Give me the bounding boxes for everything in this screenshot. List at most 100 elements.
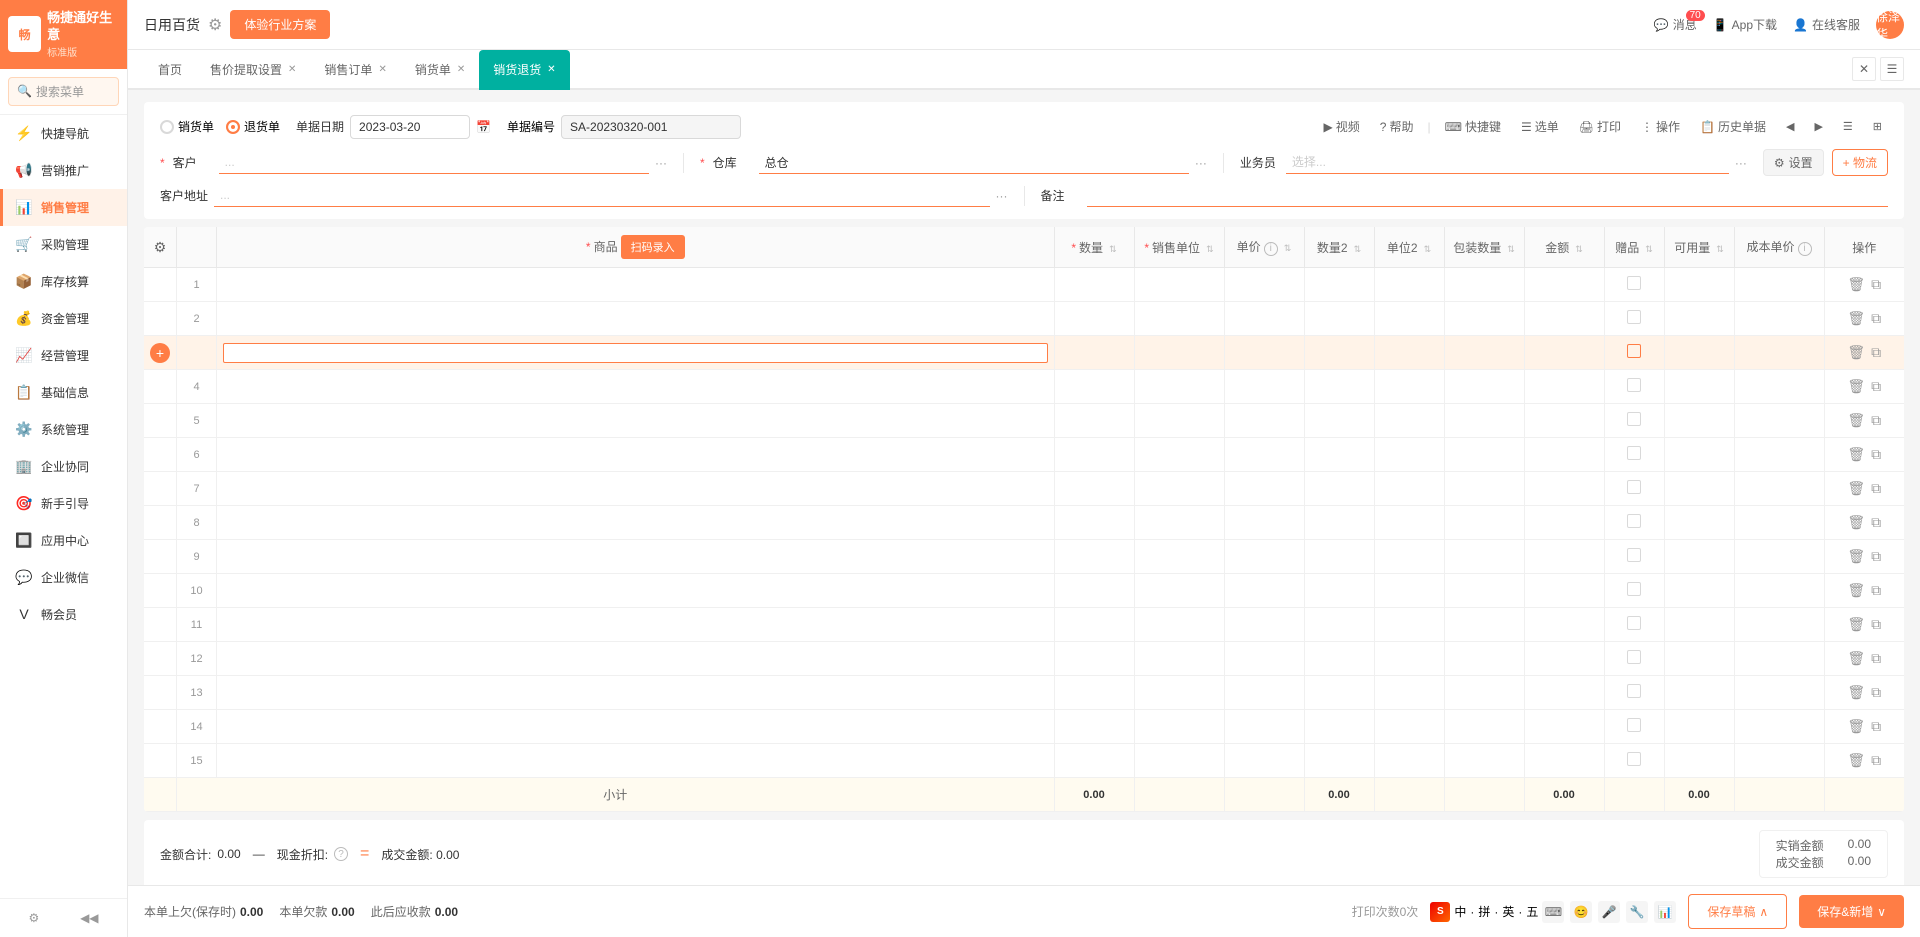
scan-input-button[interactable]: 扫码录入	[621, 235, 685, 259]
video-btn[interactable]: ▶ 视频	[1318, 114, 1366, 139]
tab-sales-return-close[interactable]: ✕	[547, 64, 555, 75]
qty2-sort-icon[interactable]: ⇅	[1354, 244, 1362, 254]
sidebar-item-inventory[interactable]: 📦 库存核算	[0, 263, 127, 300]
price-sort-icon[interactable]: ⇅	[1284, 243, 1292, 253]
row-copy-btn-2[interactable]: ⧉	[1871, 310, 1881, 327]
gift-checkbox-13[interactable]	[1627, 684, 1641, 698]
gift-checkbox-5[interactable]	[1627, 412, 1641, 426]
row-copy-btn-11[interactable]: ⧉	[1871, 616, 1881, 633]
sidebar-item-basic[interactable]: 📋 基础信息	[0, 374, 127, 411]
row-delete-btn-12[interactable]: 🗑	[1847, 650, 1865, 667]
sidebar-item-system[interactable]: ⚙️ 系统管理	[0, 411, 127, 448]
staff-input[interactable]	[1286, 151, 1729, 174]
date-input[interactable]	[350, 115, 470, 139]
number-input[interactable]	[561, 115, 741, 139]
help-btn[interactable]: ? 帮助	[1374, 114, 1420, 139]
gift-checkbox-4[interactable]	[1627, 378, 1641, 392]
amount-sort-icon[interactable]: ⇅	[1575, 244, 1583, 254]
select-btn[interactable]: ☰ 选单	[1515, 114, 1565, 139]
gift-checkbox-12[interactable]	[1627, 650, 1641, 664]
row-copy-btn-13[interactable]: ⧉	[1871, 684, 1881, 701]
tab-home[interactable]: 首页	[144, 50, 196, 90]
customer-input[interactable]	[219, 151, 649, 174]
gift-checkbox-6[interactable]	[1627, 446, 1641, 460]
sidebar-item-enterprise[interactable]: 🏢 企业协同	[0, 448, 127, 485]
equals-btn[interactable]: =	[360, 845, 369, 863]
add-logistics-button[interactable]: + 物流	[1832, 149, 1888, 176]
sidebar-collapse-btn[interactable]: ◀◀	[76, 907, 102, 929]
row-copy-btn-10[interactable]: ⧉	[1871, 582, 1881, 599]
online-service-item[interactable]: 👤 在线客服	[1793, 16, 1860, 33]
sidebar-item-member[interactable]: V 畅会员	[0, 596, 127, 633]
sidebar-item-appstore[interactable]: 🔲 应用中心	[0, 522, 127, 559]
topbar-settings-icon[interactable]: ⚙	[208, 15, 222, 35]
customer-dots[interactable]: ···	[655, 156, 667, 170]
tab-sales[interactable]: 销货单 ✕	[401, 50, 479, 90]
row-delete-btn-11[interactable]: 🗑	[1847, 616, 1865, 633]
row-delete-btn-8[interactable]: 🗑	[1847, 514, 1865, 531]
row-copy-btn-15[interactable]: ⧉	[1871, 752, 1881, 769]
save-draft-button[interactable]: 保存草稿 ∧	[1688, 894, 1787, 929]
row-delete-btn-15[interactable]: 🗑	[1847, 752, 1865, 769]
gift-checkbox-9[interactable]	[1627, 548, 1641, 562]
row-delete-btn-6[interactable]: 🗑	[1847, 446, 1865, 463]
add-row-btn[interactable]: +	[150, 343, 170, 363]
sidebar-item-sales[interactable]: 📊 销售管理	[0, 189, 127, 226]
search-menu-button[interactable]: 🔍 搜索菜单	[8, 77, 119, 106]
row-copy-btn-14[interactable]: ⧉	[1871, 718, 1881, 735]
tab-price-setup-close[interactable]: ✕	[288, 64, 296, 75]
sidebar-item-newbie[interactable]: 🎯 新手引导	[0, 485, 127, 522]
gift-sort-icon[interactable]: ⇅	[1645, 244, 1653, 254]
tab-sales-return[interactable]: 销货退货 ✕	[479, 50, 569, 90]
row-copy-btn-1[interactable]: ⧉	[1871, 276, 1881, 293]
staff-dots[interactable]: ···	[1735, 156, 1747, 170]
sidebar-settings-btn[interactable]: ⚙	[24, 907, 43, 929]
gift-checkbox-7[interactable]	[1627, 480, 1641, 494]
row-delete-btn-2[interactable]: 🗑	[1847, 310, 1865, 327]
pack-sort-icon[interactable]: ⇅	[1507, 244, 1515, 254]
gift-checkbox-1[interactable]	[1627, 276, 1641, 290]
tab-sales-order-close[interactable]: ✕	[378, 64, 386, 75]
row-delete-btn-3[interactable]: 🗑	[1847, 344, 1865, 361]
settings-button[interactable]: ⚙ 设置	[1763, 149, 1824, 176]
column-settings-icon[interactable]: ⚙	[154, 239, 167, 255]
row-delete-btn-13[interactable]: 🗑	[1847, 684, 1865, 701]
warehouse-dots[interactable]: ···	[1195, 156, 1207, 170]
row-delete-btn-14[interactable]: 🗑	[1847, 718, 1865, 735]
qty-sort-icon[interactable]: ⇅	[1109, 244, 1117, 254]
unit2-sort-icon[interactable]: ⇅	[1424, 244, 1432, 254]
notification-item[interactable]: 💬 消息 70	[1654, 16, 1697, 33]
row-copy-btn-7[interactable]: ⧉	[1871, 480, 1881, 497]
row-delete-btn-9[interactable]: 🗑	[1847, 548, 1865, 565]
warehouse-input[interactable]	[759, 151, 1189, 174]
row-copy-btn-9[interactable]: ⧉	[1871, 548, 1881, 565]
row-copy-btn-6[interactable]: ⧉	[1871, 446, 1881, 463]
view-toggle-grid[interactable]: ⊞	[1867, 116, 1888, 137]
operate-btn[interactable]: ⋮ 操作	[1635, 114, 1686, 139]
emoji-icon-btn[interactable]: 😊	[1570, 901, 1592, 923]
active-row-product-input[interactable]	[223, 343, 1048, 363]
gift-checkbox-2[interactable]	[1627, 310, 1641, 324]
tool1-icon-btn[interactable]: 🔧	[1626, 901, 1648, 923]
tab-close-all-btn[interactable]: ✕	[1852, 57, 1876, 81]
gift-checkbox-10[interactable]	[1627, 582, 1641, 596]
row-copy-btn-4[interactable]: ⧉	[1871, 378, 1881, 395]
row-copy-btn-3[interactable]: ⧉	[1871, 344, 1881, 361]
voice-icon-btn[interactable]: 🎤	[1598, 901, 1620, 923]
next-record-btn[interactable]: ▶	[1808, 116, 1828, 137]
cost-price-info-icon[interactable]: i	[1798, 242, 1812, 256]
sidebar-item-finance[interactable]: 💰 资金管理	[0, 300, 127, 337]
app-download-item[interactable]: 📱 App下载	[1713, 16, 1777, 33]
save-new-button[interactable]: 保存&新增 ∨	[1799, 895, 1904, 928]
history-btn[interactable]: 📋 历史单据	[1694, 114, 1772, 139]
sidebar-item-wechat[interactable]: 💬 企业微信	[0, 559, 127, 596]
row-delete-btn-4[interactable]: 🗑	[1847, 378, 1865, 395]
row-copy-btn-12[interactable]: ⧉	[1871, 650, 1881, 667]
note-input[interactable]	[1087, 184, 1889, 207]
row-delete-btn-5[interactable]: 🗑	[1847, 412, 1865, 429]
print-btn[interactable]: 🖨 打印	[1573, 114, 1627, 139]
shortcut-btn[interactable]: ⌨ 快捷键	[1439, 114, 1507, 139]
calendar-icon[interactable]: 📅	[476, 120, 491, 134]
tab-sales-order[interactable]: 销售订单 ✕	[310, 50, 400, 90]
radio-sale[interactable]: 销货单	[160, 118, 214, 135]
